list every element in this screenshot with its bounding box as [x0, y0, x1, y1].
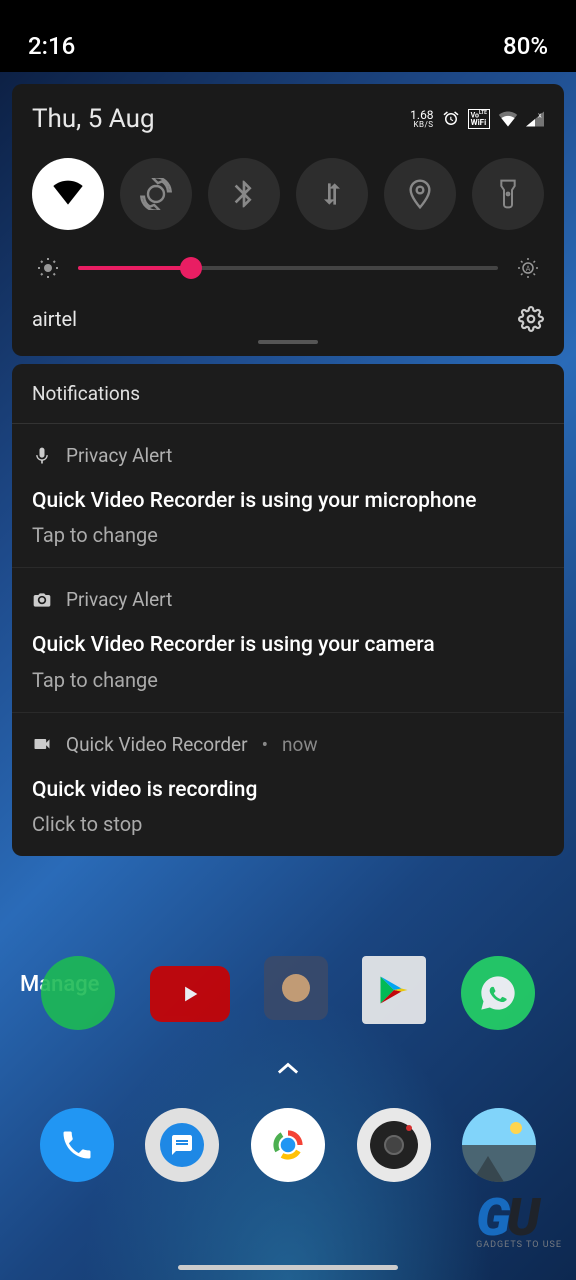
brightness-slider[interactable]	[78, 266, 498, 270]
app-spotify[interactable]	[41, 956, 115, 1030]
brightness-low-icon	[36, 256, 60, 280]
bluetooth-icon	[228, 178, 260, 210]
notification-title: Quick Video Recorder is using your micro…	[32, 487, 544, 515]
location-icon	[404, 178, 436, 210]
qs-tile-data[interactable]	[296, 158, 368, 230]
app-row	[0, 956, 576, 1030]
alarm-icon	[442, 110, 460, 128]
notification-app-name: Quick Video Recorder	[66, 733, 248, 756]
carrier-label: airtel	[32, 307, 77, 331]
rotate-lock-icon	[140, 178, 172, 210]
qs-date[interactable]: Thu, 5 Aug	[32, 104, 155, 134]
watermark: GU GADGETS TO USE	[476, 1187, 562, 1250]
dock-phone[interactable]	[40, 1108, 114, 1182]
notification-body: Tap to change	[32, 668, 544, 692]
microphone-icon	[32, 446, 52, 466]
notification-item[interactable]: Quick Video Recorder • now Quick video i…	[12, 713, 564, 856]
svg-text:A: A	[526, 265, 531, 273]
settings-icon[interactable]	[518, 306, 544, 332]
camera-icon	[32, 590, 52, 610]
notification-title: Quick Video Recorder is using your camer…	[32, 631, 544, 659]
notification-item[interactable]: Privacy Alert Quick Video Recorder is us…	[12, 568, 564, 712]
qs-tile-flashlight[interactable]	[472, 158, 544, 230]
notification-app-name: Privacy Alert	[66, 588, 172, 611]
video-icon	[32, 734, 52, 754]
status-time: 2:16	[28, 32, 75, 60]
app-playstore[interactable]	[362, 956, 426, 1024]
dock-camera[interactable]	[357, 1108, 431, 1182]
wifi-icon	[52, 178, 84, 210]
data-rate-indicator: 1.68 KB/S	[410, 109, 433, 129]
status-bar: 2:16 80%	[0, 0, 576, 72]
dock-gallery[interactable]	[462, 1108, 536, 1182]
chevron-up-icon[interactable]	[274, 1060, 302, 1080]
brightness-thumb[interactable]	[180, 257, 202, 279]
quick-settings-panel: Thu, 5 Aug 1.68 KB/S VoLTEWiFi x	[12, 84, 564, 356]
wifi-signal-icon	[498, 111, 518, 127]
navigation-bar[interactable]	[178, 1265, 398, 1270]
qs-tile-rotate[interactable]	[120, 158, 192, 230]
qs-tile-bluetooth[interactable]	[208, 158, 280, 230]
cellular-signal-icon: x	[526, 111, 544, 127]
qs-tile-location[interactable]	[384, 158, 456, 230]
vowifi-badge: VoLTEWiFi	[468, 109, 490, 129]
drag-handle[interactable]	[258, 340, 318, 344]
app-youtube[interactable]	[150, 966, 230, 1022]
flashlight-icon	[492, 178, 524, 210]
qs-tile-wifi[interactable]	[32, 158, 104, 230]
mobile-data-icon	[316, 178, 348, 210]
notification-title: Quick video is recording	[32, 776, 544, 804]
notification-item[interactable]: Privacy Alert Quick Video Recorder is us…	[12, 424, 564, 568]
dock-chrome[interactable]	[251, 1108, 325, 1182]
dock-messages[interactable]	[145, 1108, 219, 1182]
status-battery: 80%	[503, 32, 548, 60]
notification-body: Click to stop	[32, 812, 544, 836]
brightness-auto-icon[interactable]: A	[516, 256, 540, 280]
dock	[0, 1108, 576, 1182]
notification-body: Tap to change	[32, 523, 544, 547]
svg-text:x: x	[538, 111, 542, 120]
notification-time: now	[282, 733, 318, 756]
notifications-panel: Notifications Privacy Alert Quick Video …	[12, 364, 564, 856]
app-face[interactable]	[264, 956, 328, 1020]
notification-app-name: Privacy Alert	[66, 444, 172, 467]
app-whatsapp[interactable]	[461, 956, 535, 1030]
notifications-heading: Notifications	[12, 364, 564, 424]
qs-status-icons: 1.68 KB/S VoLTEWiFi x	[410, 109, 544, 129]
